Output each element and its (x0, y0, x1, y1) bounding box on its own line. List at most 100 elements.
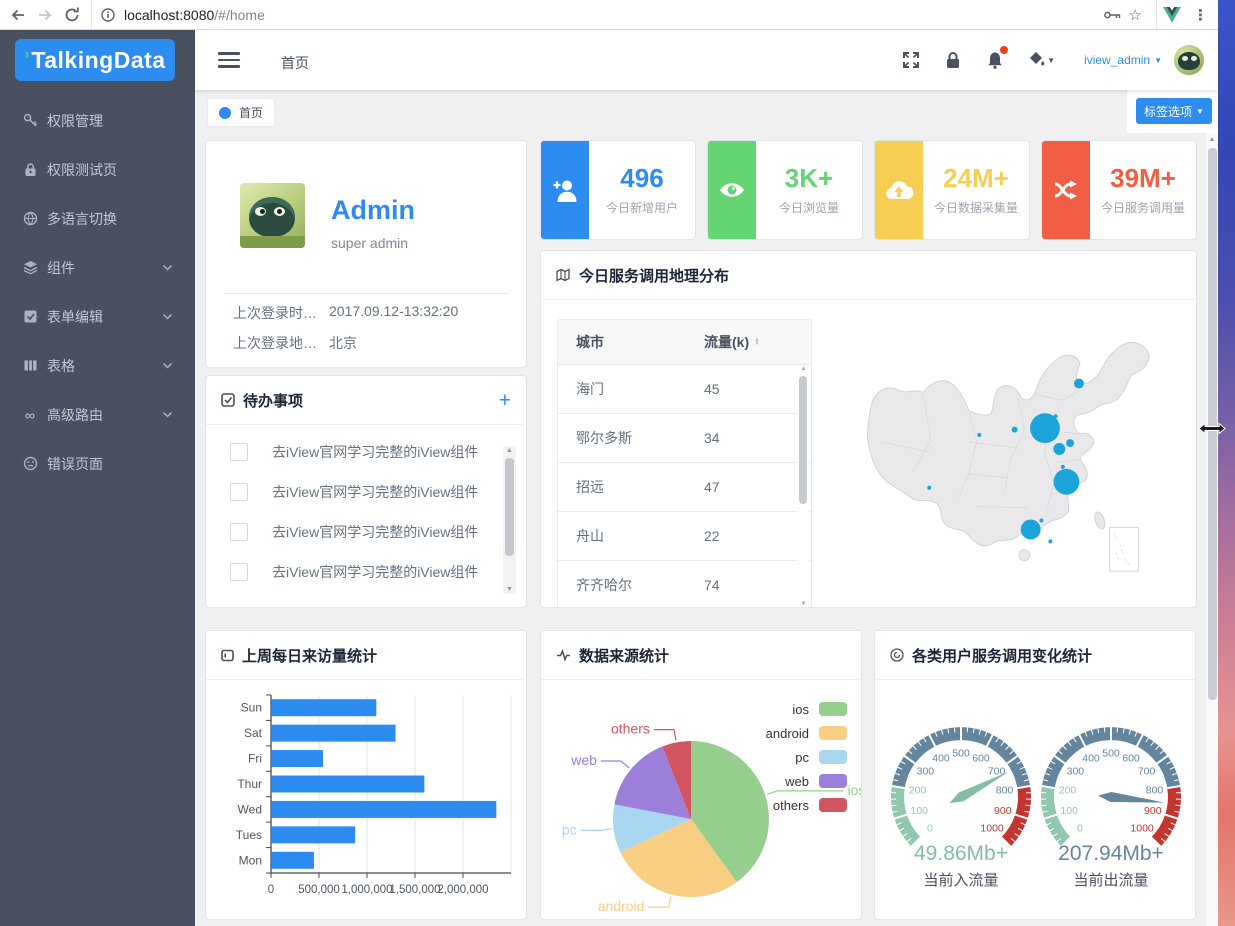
column-city[interactable]: 城市 (558, 332, 704, 352)
tag-options-button[interactable]: 标签选项 ▼ (1136, 98, 1212, 124)
svg-text:300: 300 (1067, 766, 1085, 778)
sidebar-item[interactable]: 权限测试页 (0, 145, 195, 194)
avatar[interactable] (1174, 45, 1204, 75)
bookmark-star-icon[interactable]: ☆ (1129, 6, 1142, 24)
chevron-down-icon (162, 313, 173, 320)
sidebar-item[interactable]: 组件 (0, 243, 195, 292)
legend-item-pc[interactable]: pc (766, 745, 847, 769)
south-china-sea-inset (1109, 526, 1140, 572)
table-body: 海门 45 鄂尔多斯 34 招远 47 舟山 22 齐齐哈尔 74 (558, 365, 811, 607)
checkbox[interactable] (230, 483, 248, 501)
checkbox[interactable] (230, 443, 248, 461)
bar-Tues (271, 826, 356, 844)
stat-label: 今日服务调用量 (1100, 201, 1185, 216)
sidebar-menu: 权限管理 权限测试页多语言切换组件表单编辑表格 ∞ 高级路由 错误页面 (0, 96, 195, 488)
sidebar-item[interactable]: 表单编辑 (0, 292, 195, 341)
stat-value: 39M+ (1110, 162, 1176, 193)
scroll-down-icon[interactable]: ▼ (503, 586, 516, 593)
stat-card: 3K+ 今日浏览量 (707, 140, 863, 240)
back-icon[interactable] (9, 6, 27, 24)
sidebar-item[interactable]: ∞ 高级路由 (0, 390, 195, 439)
chevron-down-icon: ▼ (1196, 106, 1204, 116)
city-bubble (1011, 426, 1018, 433)
bell-icon[interactable] (985, 46, 1009, 70)
refresh-icon[interactable] (63, 6, 81, 24)
vue-devtools-icon[interactable] (1163, 6, 1181, 23)
svg-text:1,500,000: 1,500,000 (389, 884, 440, 896)
stat-card-body: 496 今日新增用户 (589, 141, 695, 239)
table-scrollbar[interactable]: ▲ ▼ (798, 366, 809, 607)
table-row[interactable]: 舟山 22 (558, 512, 811, 561)
city-traffic-table: 城市 流量(k) ▲ ▼ 海门 45 鄂尔多斯 34 招远 47 舟山 22 齐齐哈尔 74 ▲ ▼ (557, 319, 812, 607)
lock-icon[interactable] (943, 50, 963, 70)
scrollbar-thumb[interactable] (505, 458, 514, 556)
scroll-down-icon[interactable]: ▼ (798, 601, 809, 607)
service-gauges-card: 各类用户服务调用变化统计 0 100 200 300 400 500 600 700 800 90… (874, 630, 1196, 920)
logo-tick: ' (24, 46, 31, 73)
svg-text:1,000,000: 1,000,000 (341, 884, 392, 896)
theme-icon[interactable]: ▼ (1027, 50, 1055, 70)
stat-card: 39M+ 今日服务调用量 (1041, 140, 1197, 240)
svg-text:0: 0 (927, 823, 933, 835)
address-bar[interactable]: localhost:8080/#/home ☆ (91, 0, 1157, 29)
legend-item-android[interactable]: android (766, 721, 847, 745)
sidebar-item[interactable]: 表格 (0, 341, 195, 390)
svg-text:800: 800 (996, 785, 1014, 797)
legend-item-web[interactable]: web (766, 769, 847, 793)
scroll-up-icon[interactable]: ▲ (798, 366, 809, 372)
stat-label: 今日数据采集量 (933, 201, 1018, 216)
scroll-up-icon[interactable]: ▲ (503, 447, 516, 454)
city-bubble (1053, 468, 1080, 495)
legend-swatch (819, 774, 847, 788)
table-row[interactable]: 齐齐哈尔 74 (558, 561, 811, 607)
legend-item-others[interactable]: others (766, 793, 847, 817)
chevron-down-icon: ▼ (1047, 55, 1056, 65)
bar-Fri (271, 750, 324, 768)
add-todo-button[interactable]: + (499, 390, 511, 411)
stat-card-body: 39M+ 今日服务调用量 (1090, 141, 1196, 239)
scrollbar-thumb[interactable] (799, 376, 807, 504)
scroll-up-icon[interactable]: ▲ (1206, 136, 1218, 143)
chevron-down-icon[interactable]: ▼ (1154, 56, 1162, 65)
info-icon[interactable] (100, 7, 116, 23)
chevron-down-icon (162, 264, 173, 271)
pie-legend: ios android pc web others (766, 697, 847, 817)
sidebar-item[interactable]: 权限管理 (0, 96, 195, 145)
todo-scrollbar[interactable]: ▲ ▼ (503, 446, 516, 594)
page-scrollbar[interactable]: ▲ (1205, 133, 1218, 926)
gauge-out-label: 当前出流量 (1073, 872, 1149, 889)
pulse-icon (556, 648, 571, 662)
column-traffic[interactable]: 流量(k) ▲ ▼ (704, 332, 760, 352)
city-bubble (927, 485, 932, 490)
city-bubble (1048, 539, 1053, 544)
sidebar-item[interactable]: 错误页面 (0, 439, 195, 488)
talkingdata-logo[interactable]: ' TalkingData (15, 39, 175, 81)
legend-item-ios[interactable]: ios (766, 697, 847, 721)
table-row[interactable]: 海门 45 (558, 365, 811, 414)
table-row[interactable]: 招远 47 (558, 463, 811, 512)
legend-swatch (819, 726, 847, 740)
cell-city: 舟山 (576, 528, 604, 544)
menu-dots-icon[interactable]: ⋮ (1193, 6, 1208, 24)
username[interactable]: iview_admin (1084, 53, 1150, 67)
sort-icon[interactable]: ▲ ▼ (754, 337, 760, 347)
fullscreen-icon[interactable] (901, 50, 921, 70)
checkbox[interactable] (230, 523, 248, 541)
sidebar-item-label: 高级路由 (47, 406, 103, 423)
hamburger-menu-icon[interactable] (218, 52, 240, 72)
url-text[interactable]: localhost:8080/#/home (124, 7, 265, 23)
checkbox[interactable] (230, 563, 248, 581)
table-row[interactable]: 鄂尔多斯 34 (558, 414, 811, 463)
svg-text:Sun: Sun (241, 701, 262, 715)
city-bubble (1060, 464, 1065, 469)
pie-card-title: 数据来源统计 (541, 631, 861, 680)
forward-icon[interactable] (36, 6, 54, 24)
sidebar-item-label: 组件 (47, 259, 75, 276)
key-icon[interactable] (1103, 8, 1123, 22)
todo-icon (221, 393, 235, 407)
svg-text:500: 500 (1102, 748, 1120, 760)
sidebar-item[interactable]: 多语言切换 (0, 194, 195, 243)
tab-home[interactable]: 首页 (207, 98, 276, 127)
sidebar-item-label: 多语言切换 (47, 210, 117, 227)
sidebar-item-label: 表单编辑 (47, 308, 103, 325)
